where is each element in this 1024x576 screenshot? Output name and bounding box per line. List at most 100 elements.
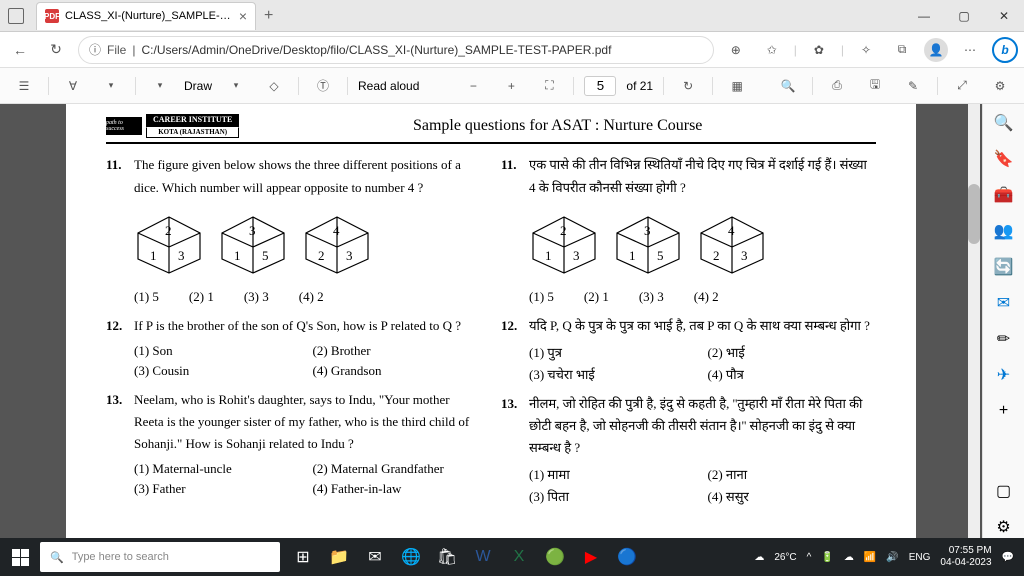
notifications-icon[interactable]: 💬 xyxy=(1002,552,1014,563)
search-icon[interactable]: 🔍 xyxy=(993,112,1015,134)
q11-text-hi: एक पासे की तीन विभिन्न स्थितियाँ नीचे दि… xyxy=(529,154,876,198)
mail-icon[interactable]: ✉ xyxy=(358,538,392,576)
excel-icon[interactable]: X xyxy=(502,538,536,576)
onedrive-icon[interactable]: ☁ xyxy=(844,552,854,563)
zoom-icon[interactable]: ⊕ xyxy=(722,36,750,64)
page-total: of 21 xyxy=(626,79,653,93)
date: 04-04-2023 xyxy=(940,557,991,569)
wifi-icon[interactable]: 📶 xyxy=(864,552,876,563)
edit-side-icon[interactable]: ✏ xyxy=(993,328,1015,350)
search-icon-tb: 🔍 xyxy=(50,551,64,564)
erase-icon[interactable]: ◇ xyxy=(260,72,288,100)
page-input[interactable] xyxy=(584,76,616,96)
draw-label[interactable]: Draw xyxy=(184,79,212,93)
taskbar-search[interactable]: 🔍 Type here to search xyxy=(40,542,280,572)
browser-tab[interactable]: PDF CLASS_XI-(Nurture)_SAMPLE-TES × xyxy=(36,2,256,30)
print-icon[interactable]: ⎙ xyxy=(823,72,851,100)
document-viewport[interactable]: path to success CAREER INSTITUTE KOTA (R… xyxy=(0,104,982,538)
send-icon[interactable]: ✈ xyxy=(993,364,1015,386)
plus-icon[interactable]: + xyxy=(993,400,1015,422)
weather-icon[interactable]: ☁ xyxy=(754,552,764,563)
pdf-icon: PDF xyxy=(45,9,59,23)
app-icon xyxy=(8,8,24,24)
pdf-page: path to success CAREER INSTITUTE KOTA (R… xyxy=(66,104,916,538)
profile-avatar[interactable]: 👤 xyxy=(924,38,948,62)
chevron-up-icon[interactable]: ^ xyxy=(807,552,812,563)
time: 07:55 PM xyxy=(940,545,991,557)
temperature[interactable]: 26°C xyxy=(774,552,796,563)
sound-icon[interactable]: 🔊 xyxy=(886,552,898,563)
dice-figures: 213 315 423 xyxy=(134,215,481,275)
save-icon[interactable]: 🖫 xyxy=(861,72,889,100)
puzzle-icon[interactable]: ✿ xyxy=(805,36,833,64)
vertical-scrollbar[interactable] xyxy=(968,104,980,538)
chrome-icon[interactable]: 🟢 xyxy=(538,538,572,576)
box-icon[interactable]: ▢ xyxy=(993,480,1015,502)
select-icon[interactable]: ∀ xyxy=(59,72,87,100)
more-icon[interactable]: ⋯ xyxy=(956,36,984,64)
url-path: C:/Users/Admin/OneDrive/Desktop/filo/CLA… xyxy=(141,43,611,57)
edge-icon[interactable]: 🌐 xyxy=(394,538,428,576)
task-view-icon[interactable]: ⊞ xyxy=(286,538,320,576)
settings-icon[interactable]: ⚙ xyxy=(986,72,1014,100)
q-number: 11. xyxy=(106,154,134,198)
close-tab-icon[interactable]: × xyxy=(239,8,247,24)
youtube-icon[interactable]: ▶ xyxy=(574,538,608,576)
store-icon[interactable]: 🛍 xyxy=(430,538,464,576)
bing-icon[interactable]: b xyxy=(992,37,1018,63)
edit-icon[interactable]: ✎ xyxy=(899,72,927,100)
q-number: 12. xyxy=(501,315,529,337)
new-tab-button[interactable]: + xyxy=(264,7,273,25)
refresh-side-icon[interactable]: 🔄 xyxy=(993,256,1015,278)
word-icon[interactable]: W xyxy=(466,538,500,576)
tag-icon[interactable]: 🔖 xyxy=(993,148,1015,170)
address-bar[interactable]: ⓘ File | C:/Users/Admin/OneDrive/Desktop… xyxy=(78,36,714,64)
maximize-button[interactable]: ▢ xyxy=(944,0,984,32)
q-number: 13. xyxy=(106,389,134,455)
search-placeholder: Type here to search xyxy=(72,551,169,563)
start-button[interactable] xyxy=(0,549,40,566)
minimize-button[interactable]: — xyxy=(904,0,944,32)
logo-line2: KOTA (RAJASTHAN) xyxy=(146,127,239,139)
fullscreen-icon[interactable]: ⤢ xyxy=(948,72,976,100)
edge-running-icon[interactable]: 🔵 xyxy=(610,538,644,576)
rotate-icon[interactable]: ↻ xyxy=(674,72,702,100)
draw-chevron-icon[interactable]: ▾ xyxy=(146,72,174,100)
draw-down-icon[interactable]: ▾ xyxy=(222,72,250,100)
q-number: 11. xyxy=(501,154,529,198)
search-pdf-icon[interactable]: 🔍 xyxy=(774,72,802,100)
gear-icon[interactable]: ⚙ xyxy=(993,516,1015,538)
favorites-icon[interactable]: ✧ xyxy=(852,36,880,64)
explorer-icon[interactable]: 📁 xyxy=(322,538,356,576)
collections-icon[interactable]: ⧉ xyxy=(888,36,916,64)
zoom-out-icon[interactable]: − xyxy=(459,72,487,100)
close-window-button[interactable]: ✕ xyxy=(984,0,1024,32)
page-view-icon[interactable]: ▦ xyxy=(723,72,751,100)
read-aloud-label[interactable]: Read aloud xyxy=(358,79,419,93)
people-icon[interactable]: 👥 xyxy=(993,220,1015,242)
q-number: 12. xyxy=(106,315,134,337)
text-icon[interactable]: Ⓣ xyxy=(309,72,337,100)
q11-text-en: The figure given below shows the three d… xyxy=(134,154,481,198)
language-indicator[interactable]: ENG xyxy=(909,552,931,563)
q13-text-hi: नीलम, जो रोहित की पुत्री है, इंदु से कहत… xyxy=(529,393,876,459)
contents-icon[interactable]: ☰ xyxy=(10,72,38,100)
star-icon[interactable]: ✩ xyxy=(758,36,786,64)
logo-badge: path to success xyxy=(106,117,142,135)
info-icon: ⓘ xyxy=(89,41,101,58)
back-button[interactable]: ← xyxy=(6,36,34,64)
fit-icon[interactable]: ⛶ xyxy=(535,72,563,100)
clock[interactable]: 07:55 PM 04-04-2023 xyxy=(940,545,991,569)
scrollbar-thumb[interactable] xyxy=(968,184,980,244)
outlook-icon[interactable]: ✉ xyxy=(993,292,1015,314)
q-number: 13. xyxy=(501,393,529,459)
chevron-down-icon[interactable]: ▾ xyxy=(97,72,125,100)
refresh-button[interactable]: ↻ xyxy=(42,36,70,64)
separator: | xyxy=(132,43,135,57)
q13-text-en: Neelam, who is Rohit's daughter, says to… xyxy=(134,389,481,455)
q12-text-hi: यदि P, Q के पुत्र के पुत्र का भाई है, तब… xyxy=(529,315,876,337)
toolbox-icon[interactable]: 🧰 xyxy=(993,184,1015,206)
dice-figures-hi: 213 315 423 xyxy=(529,215,876,275)
battery-icon[interactable]: 🔋 xyxy=(821,552,833,563)
zoom-in-icon[interactable]: + xyxy=(497,72,525,100)
